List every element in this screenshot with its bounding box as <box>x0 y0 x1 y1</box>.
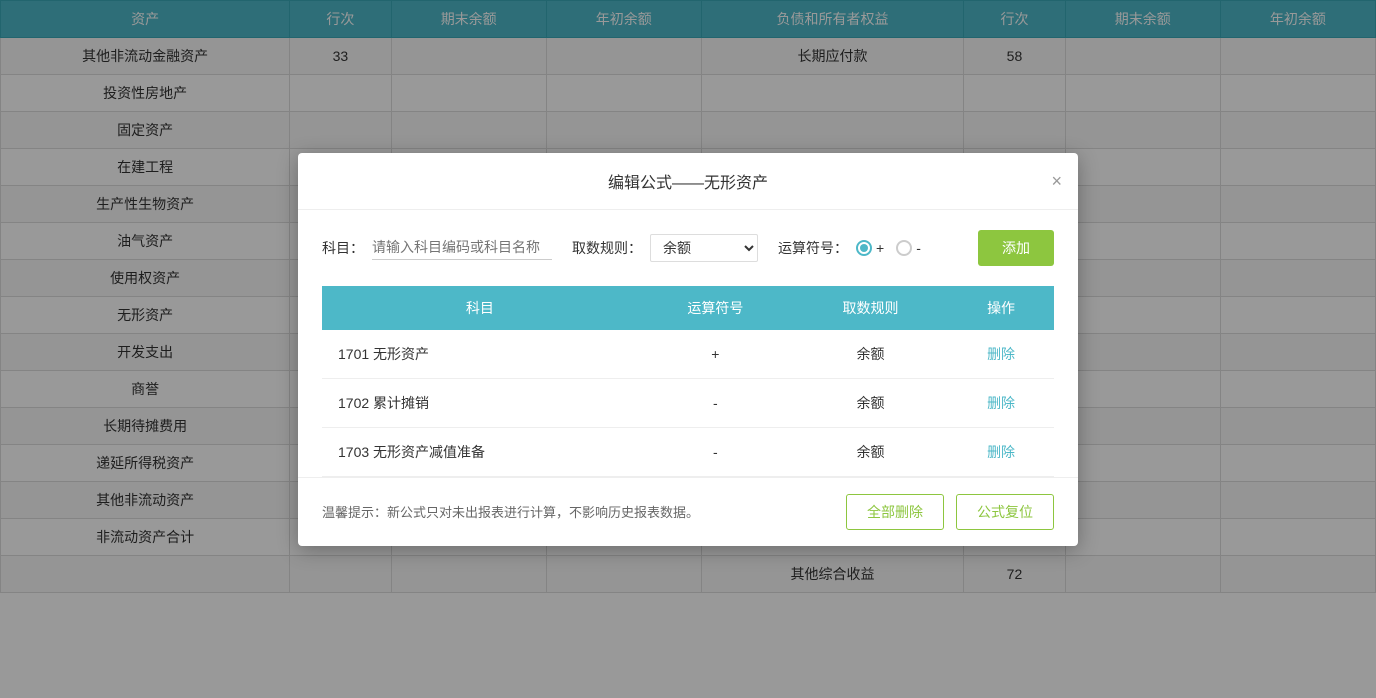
delete-row-button[interactable]: 删除 <box>987 395 1015 411</box>
rule-select-wrapper: 余额 借方发生额 贷方发生额 <box>650 234 758 262</box>
formula-subject-cell: 1702 累计摊销 <box>322 378 638 427</box>
rule-label: 取数规则： <box>572 238 642 258</box>
plus-label: + <box>876 240 884 256</box>
formula-rule-cell: 余额 <box>793 378 948 427</box>
formula-form: 科目： 取数规则： 余额 借方发生额 贷方发生额 运算符号： <box>298 210 1078 286</box>
modal-title: 编辑公式——无形资产 <box>608 169 768 193</box>
rule-select[interactable]: 余额 借方发生额 贷方发生额 <box>650 234 758 262</box>
subject-label: 科目： <box>322 238 364 258</box>
minus-radio-circle <box>896 240 912 256</box>
footer-buttons: 全部删除 公式复位 <box>846 494 1054 530</box>
formula-rule-cell: 余额 <box>793 330 948 379</box>
formula-operator-cell: - <box>638 427 793 476</box>
formula-table: 科目 运算符号 取数规则 操作 1701 无形资产+余额删除1702 累计摊销-… <box>322 286 1054 477</box>
operator-radio-group: + - <box>856 240 921 256</box>
formula-action-cell: 删除 <box>948 427 1054 476</box>
tip-text: 温馨提示：新公式只对未出报表进行计算，不影响历史报表数据。 <box>322 502 699 521</box>
reset-formula-button[interactable]: 公式复位 <box>956 494 1054 530</box>
col-action-header: 操作 <box>948 286 1054 330</box>
edit-formula-modal: 编辑公式——无形资产 × 科目： 取数规则： 余额 借方发生额 贷方发生额 <box>298 153 1078 546</box>
formula-operator-cell: + <box>638 330 793 379</box>
formula-subject-cell: 1701 无形资产 <box>322 330 638 379</box>
delete-row-button[interactable]: 删除 <box>987 444 1015 460</box>
delete-all-button[interactable]: 全部删除 <box>846 494 944 530</box>
modal-close-button[interactable]: × <box>1051 172 1062 190</box>
col-subject-header: 科目 <box>322 286 638 330</box>
subject-group: 科目： <box>322 235 552 260</box>
formula-action-cell: 删除 <box>948 330 1054 379</box>
formula-operator-cell: - <box>638 378 793 427</box>
plus-radio-circle <box>856 240 872 256</box>
delete-row-button[interactable]: 删除 <box>987 346 1015 362</box>
formula-table-wrapper: 科目 运算符号 取数规则 操作 1701 无形资产+余额删除1702 累计摊销-… <box>298 286 1078 477</box>
col-rule-header: 取数规则 <box>793 286 948 330</box>
formula-subject-cell: 1703 无形资产减值准备 <box>322 427 638 476</box>
modal-header: 编辑公式——无形资产 × <box>298 153 1078 210</box>
list-item: 1701 无形资产+余额 删除 <box>322 330 1054 379</box>
operator-label: 运算符号： <box>778 238 848 258</box>
modal-footer: 温馨提示：新公式只对未出报表进行计算，不影响历史报表数据。 全部删除 公式复位 <box>298 477 1078 546</box>
rule-group: 取数规则： 余额 借方发生额 贷方发生额 <box>572 234 758 262</box>
add-button[interactable]: 添加 <box>978 230 1054 266</box>
operator-plus-radio[interactable]: + <box>856 240 884 256</box>
minus-label: - <box>916 240 921 256</box>
formula-rule-cell: 余额 <box>793 427 948 476</box>
plus-radio-inner <box>860 244 868 252</box>
list-item: 1703 无形资产减值准备-余额 删除 <box>322 427 1054 476</box>
operator-minus-radio[interactable]: - <box>896 240 921 256</box>
modal-overlay: 编辑公式——无形资产 × 科目： 取数规则： 余额 借方发生额 贷方发生额 <box>0 0 1376 698</box>
formula-action-cell: 删除 <box>948 378 1054 427</box>
operator-group: 运算符号： + - <box>778 238 921 258</box>
list-item: 1702 累计摊销-余额 删除 <box>322 378 1054 427</box>
col-operator-header: 运算符号 <box>638 286 793 330</box>
subject-input[interactable] <box>372 235 552 260</box>
